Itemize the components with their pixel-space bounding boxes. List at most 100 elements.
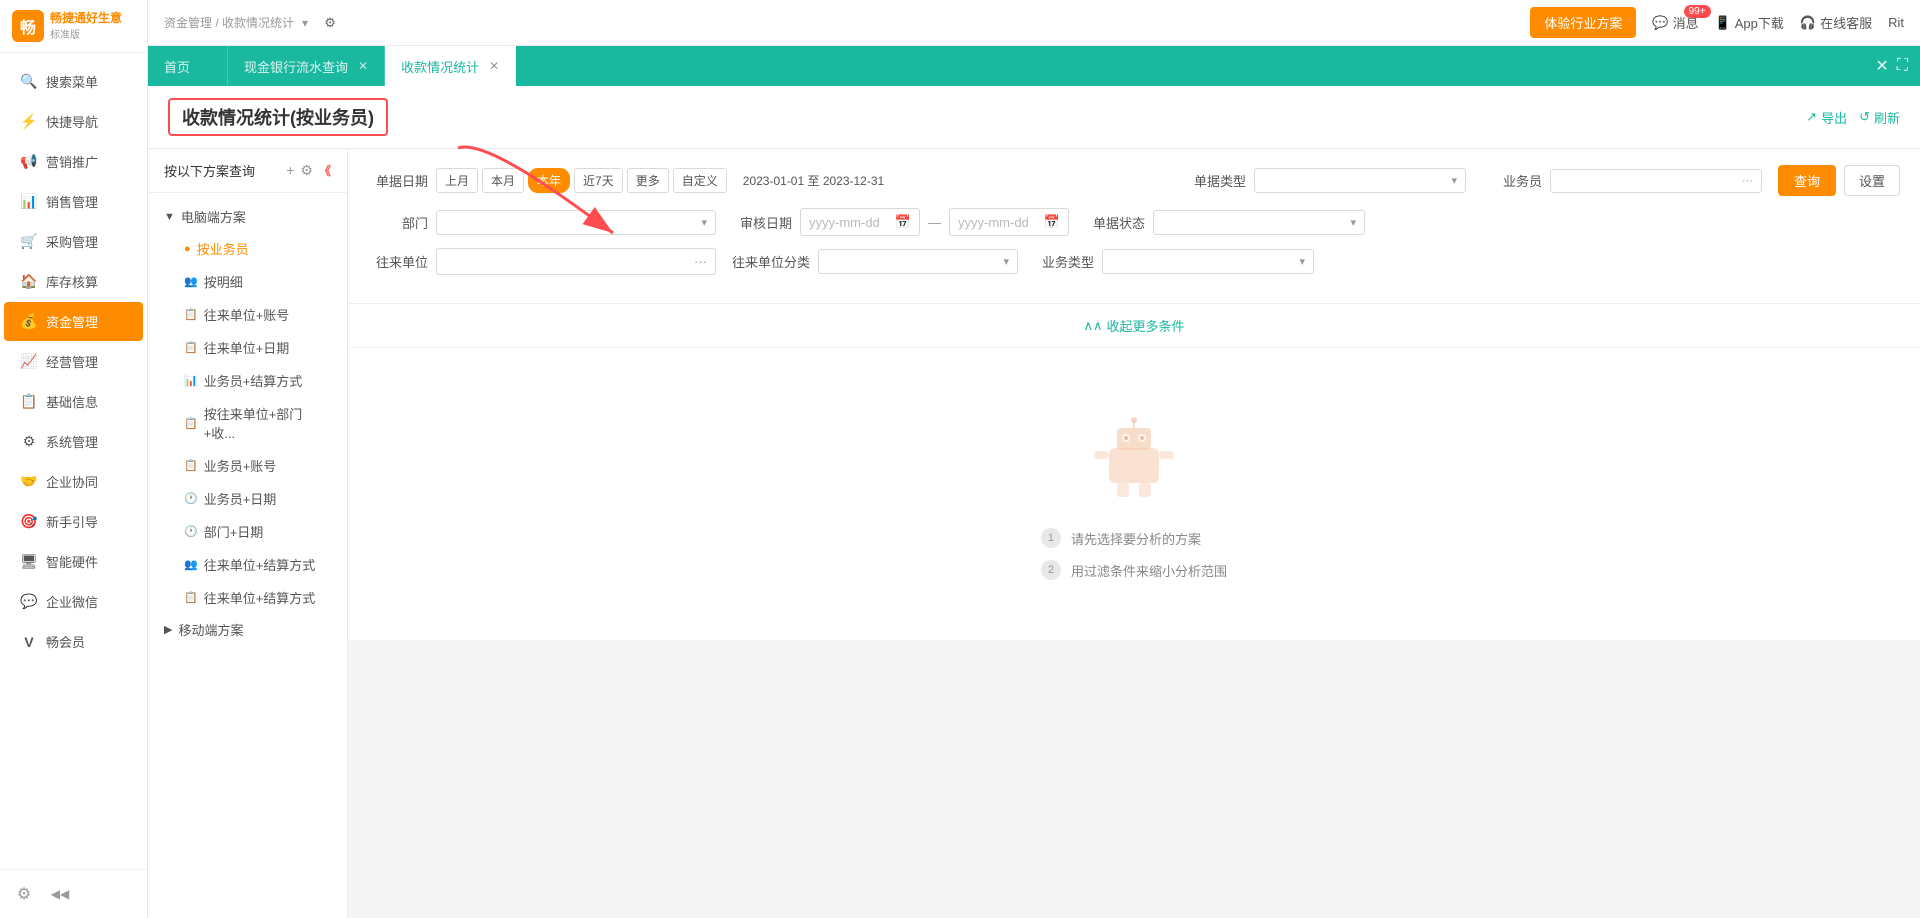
- filter-settings-button[interactable]: 设置: [1844, 165, 1900, 196]
- dept-select[interactable]: ▾: [436, 210, 716, 235]
- salesperson-date-icon: 🕐: [184, 492, 198, 505]
- this-year-btn[interactable]: 本年: [528, 168, 570, 193]
- topbar-settings-button[interactable]: ⚙: [316, 9, 344, 37]
- tab-receipt[interactable]: 收款情况统计 ✕: [385, 46, 516, 86]
- audit-date-end-input[interactable]: yyyy-mm-dd 📅: [949, 208, 1069, 236]
- filter-date: 单据日期 上月 本月 本年 近7天 更多 自定义: [368, 168, 727, 193]
- tab-home[interactable]: 首页: [148, 46, 228, 86]
- last7-btn[interactable]: 近7天: [574, 168, 623, 193]
- calendar-start-icon: 📅: [895, 214, 911, 230]
- more-btn[interactable]: 更多: [627, 168, 669, 193]
- panel-collapse-button[interactable]: 《: [319, 162, 331, 179]
- sidebar-collapse-button[interactable]: ◀◀: [46, 880, 74, 908]
- refresh-icon: ↺: [1859, 109, 1870, 125]
- tab-bank[interactable]: 现金银行流水查询 ✕: [228, 46, 385, 86]
- filter-counterpart-category: 往来单位分类 ▾: [732, 249, 1018, 274]
- step-1-number: 1: [1041, 528, 1061, 548]
- counterpart-category-chevron-icon: ▾: [1003, 255, 1009, 268]
- sidebar-item-enterprise[interactable]: 🤝 企业协同: [4, 462, 143, 501]
- sidebar-item-quicknav[interactable]: ⚡ 快捷导航: [4, 102, 143, 141]
- scheme-item-unit-method3[interactable]: 📋 往来单位+结算方式: [156, 581, 347, 614]
- filter-doc-status: 单据状态 ▾: [1085, 210, 1365, 235]
- logo-icon: 畅: [12, 10, 44, 42]
- scheme-item-unit-account[interactable]: 📋 往来单位+账号: [156, 298, 347, 331]
- desktop-expand-icon: ▼: [164, 211, 175, 223]
- sidebar-item-marketing[interactable]: 📢 营销推广: [4, 142, 143, 181]
- sidebar-nav: 🔍 搜索菜单 ⚡ 快捷导航 📢 营销推广 📊 销售管理 🛒 采购管理 🏠 库存核…: [0, 53, 147, 869]
- custom-btn[interactable]: 自定义: [673, 168, 727, 193]
- scheme-item-unit-dept[interactable]: 📋 按往来单位+部门+收...: [156, 397, 347, 449]
- collapse-more-button[interactable]: ∧∧ 收起更多条件: [1083, 316, 1184, 335]
- export-button[interactable]: ↗ 导出: [1806, 108, 1847, 127]
- page-header: 收款情况统计(按业务员) ↗ 导出 ↺ 刷新: [148, 86, 1920, 149]
- sidebar-item-hardware[interactable]: 🖥 智能硬件: [4, 542, 143, 581]
- sidebar-item-system[interactable]: ⚙ 系统管理: [4, 422, 143, 461]
- sidebar-item-vip[interactable]: V 畅会员: [4, 622, 143, 661]
- logo-badge: 标准版: [50, 26, 122, 41]
- enterprise-icon: 🤝: [20, 473, 38, 491]
- add-scheme-button[interactable]: +: [286, 162, 294, 179]
- app-download-button[interactable]: 📱 App下载: [1715, 13, 1784, 32]
- collapse-up-icon: ∧∧: [1083, 318, 1102, 334]
- breadcrumb: 资金管理 / 收款情况统计: [164, 14, 294, 31]
- dept-date-icon: 🕐: [184, 525, 198, 538]
- filter-salesperson: 业务员 ···: [1482, 169, 1762, 193]
- finance-icon: 💰: [20, 313, 38, 331]
- sidebar-item-finance[interactable]: 💰 资金管理: [4, 302, 143, 341]
- prev-month-btn[interactable]: 上月: [436, 168, 478, 193]
- sales-icon: 📊: [20, 193, 38, 211]
- scheme-item-unit-date[interactable]: 📋 往来单位+日期: [156, 331, 347, 364]
- unit-account-icon: 📋: [184, 308, 198, 321]
- sidebar-item-search[interactable]: 🔍 搜索菜单: [4, 62, 143, 101]
- tab-bank-close-icon[interactable]: ✕: [358, 59, 368, 73]
- counterpart-select[interactable]: ···: [436, 248, 716, 275]
- counterpart-category-select[interactable]: ▾: [818, 249, 1018, 274]
- date-label: 单据日期: [368, 171, 428, 190]
- mobile-section[interactable]: ▶ 移动端方案: [148, 614, 347, 645]
- this-month-btn[interactable]: 本月: [482, 168, 524, 193]
- sidebar-settings-button[interactable]: ⚙: [10, 880, 38, 908]
- salesperson-select[interactable]: ···: [1550, 169, 1762, 193]
- scheme-item-unit-method2[interactable]: 👥 往来单位+结算方式: [156, 548, 347, 581]
- doc-status-select[interactable]: ▾: [1153, 210, 1365, 235]
- sidebar-item-guide[interactable]: 🎯 新手引导: [4, 502, 143, 541]
- scheme-item-salesperson-account[interactable]: 📋 业务员+账号: [156, 449, 347, 482]
- tab-receipt-close-icon[interactable]: ✕: [489, 59, 499, 73]
- desktop-section[interactable]: ▼ 电脑端方案: [148, 201, 347, 232]
- empty-step-1: 1 请先选择要分析的方案: [1041, 528, 1227, 548]
- tab-fullscreen-icon[interactable]: ⛶: [1897, 57, 1908, 75]
- scheme-item-salesperson-method[interactable]: 📊 业务员+结算方式: [156, 364, 347, 397]
- doc-status-label: 单据状态: [1085, 213, 1145, 232]
- trial-button[interactable]: 体验行业方案: [1530, 7, 1636, 38]
- guide-icon: 🎯: [20, 513, 38, 531]
- filter-business-type: 业务类型 ▾: [1034, 249, 1314, 274]
- sidebar-item-sales[interactable]: 📊 销售管理: [4, 182, 143, 221]
- user-profile[interactable]: Rit: [1888, 15, 1904, 30]
- filter-row-2: 部门 ▾ 审核日期 yyyy-mm-dd 📅 —: [368, 208, 1900, 236]
- sidebar-item-purchase[interactable]: 🛒 采购管理: [4, 222, 143, 261]
- system-icon: ⚙: [20, 433, 38, 451]
- audit-date-start-input[interactable]: yyyy-mm-dd 📅: [800, 208, 920, 236]
- doc-type-select[interactable]: ▾: [1254, 168, 1466, 193]
- scheme-item-dept-date[interactable]: 🕐 部门+日期: [156, 515, 347, 548]
- breadcrumb-chevron-icon[interactable]: ▾: [302, 16, 308, 30]
- sidebar-item-basic[interactable]: 📋 基础信息: [4, 382, 143, 421]
- scheme-item-detail[interactable]: 👥 按明细: [156, 265, 347, 298]
- sidebar-item-wechat[interactable]: 💬 企业微信: [4, 582, 143, 621]
- salesperson-account-icon: 📋: [184, 459, 198, 472]
- message-button[interactable]: 💬 消息 99+: [1652, 13, 1698, 32]
- refresh-button[interactable]: ↺ 刷新: [1859, 108, 1900, 127]
- hardware-icon: 🖥: [20, 553, 38, 571]
- tab-close-all-icon[interactable]: ✕: [1875, 56, 1888, 76]
- empty-state: 1 请先选择要分析的方案 2 用过滤条件来缩小分析范围: [348, 348, 1920, 640]
- query-button[interactable]: 查询: [1778, 165, 1836, 196]
- sidebar-item-operations[interactable]: 📈 经营管理: [4, 342, 143, 381]
- sidebar-item-inventory[interactable]: 🏠 库存核算: [4, 262, 143, 301]
- page-title: 收款情况统计(按业务员): [182, 108, 374, 128]
- scheme-item-salesperson[interactable]: ● 按业务员: [156, 232, 347, 265]
- scheme-item-salesperson-date[interactable]: 🕐 业务员+日期: [156, 482, 347, 515]
- business-type-select[interactable]: ▾: [1102, 249, 1314, 274]
- filter-counterpart: 往来单位 ···: [368, 248, 716, 275]
- purchase-icon: 🛒: [20, 233, 38, 251]
- online-service-button[interactable]: 🎧 在线客服: [1800, 13, 1872, 32]
